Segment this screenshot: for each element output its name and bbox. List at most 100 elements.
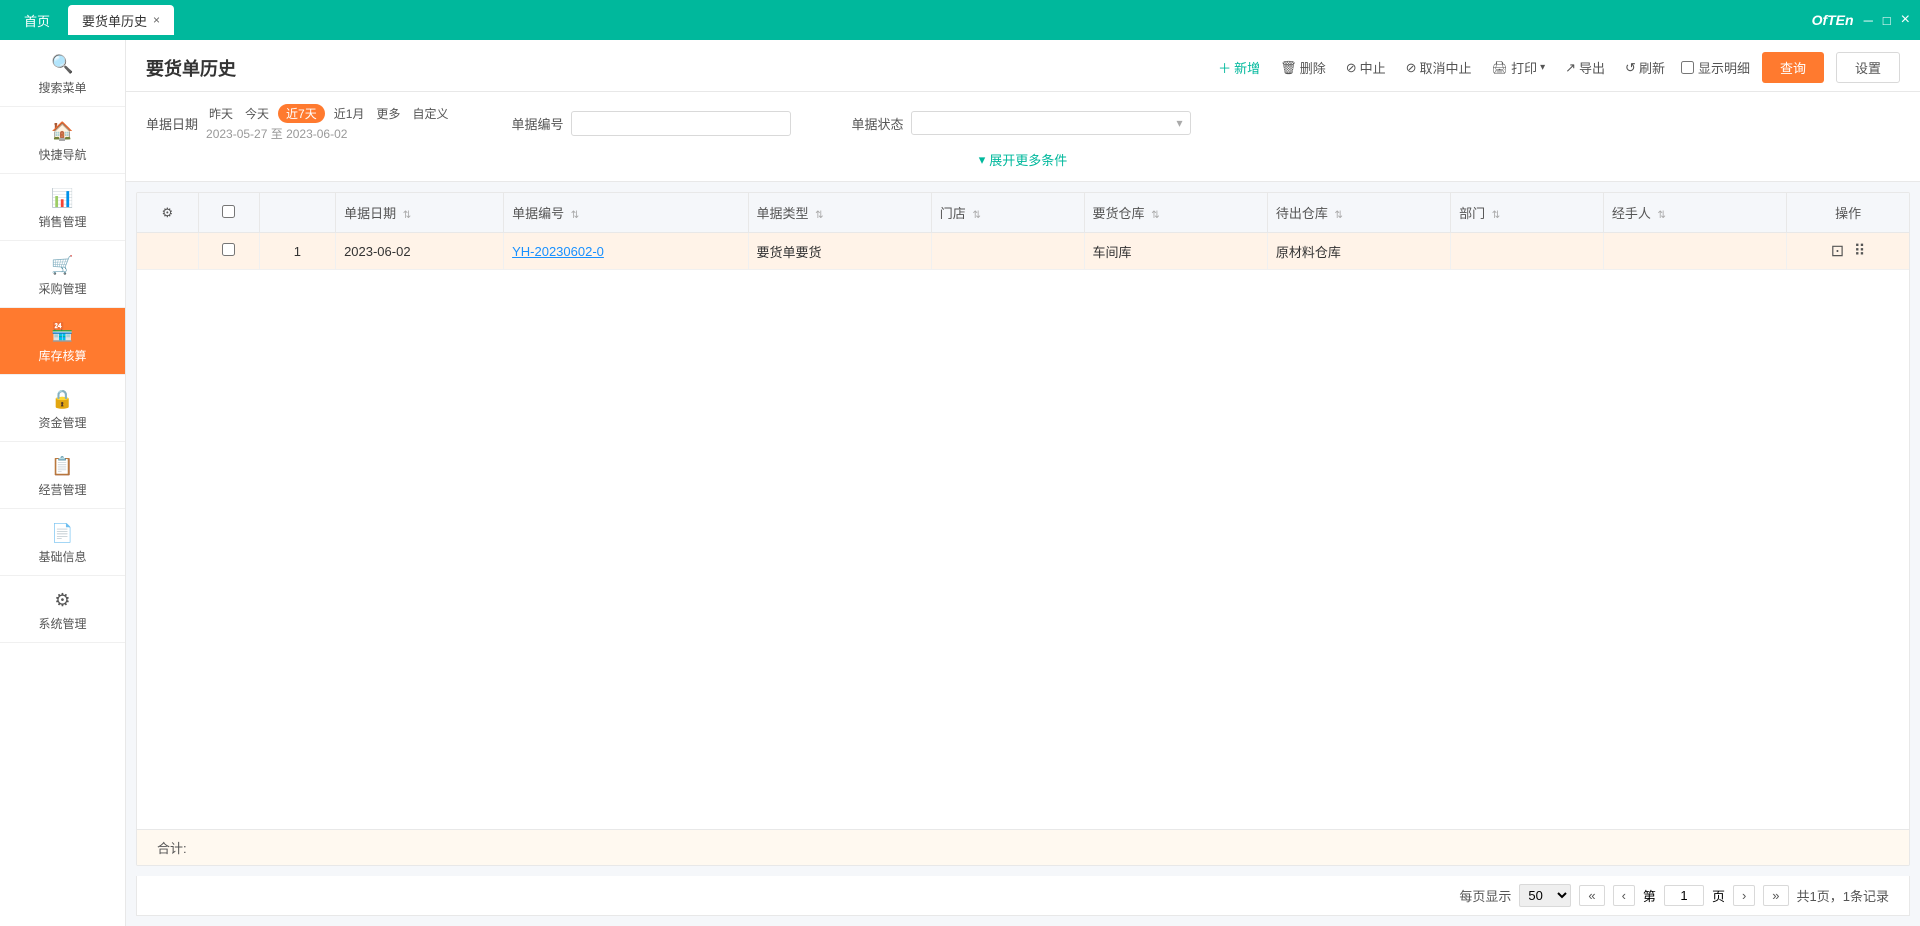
col-req-wh-header[interactable]: 要货仓库 ⇅	[1084, 193, 1267, 233]
shortcut-custom[interactable]: 自定义	[409, 104, 451, 123]
refresh-button[interactable]: ↺ 刷新	[1621, 56, 1669, 79]
row-store	[931, 233, 1084, 270]
tab-home[interactable]: 首页	[10, 5, 64, 35]
delete-button[interactable]: 🗑 删除	[1276, 56, 1330, 79]
query-button[interactable]: 查询	[1762, 52, 1824, 83]
sidebar-item-inventory[interactable]: 🏪 库存核算	[0, 308, 125, 375]
status-select[interactable]: ▾	[911, 111, 1191, 135]
bill-no-input[interactable]	[571, 111, 791, 136]
add-label: 新增	[1234, 58, 1260, 77]
col-code-header[interactable]: 单据编号 ⇅	[504, 193, 748, 233]
shortcut-7days[interactable]: 近7天	[278, 104, 325, 123]
expand-more-label: 展开更多条件	[989, 150, 1067, 169]
row-no: 1	[259, 233, 335, 270]
col-handler-label: 经手人	[1612, 206, 1651, 221]
col-store-header[interactable]: 门店 ⇅	[931, 193, 1084, 233]
row-req-wh: 车间库	[1084, 233, 1267, 270]
sidebar-item-system[interactable]: ⚙ 系统管理	[0, 576, 125, 643]
print-chevron-icon: ▾	[1540, 62, 1545, 73]
sidebar-item-basic-info[interactable]: 📄 基础信息	[0, 509, 125, 576]
col-handler-header[interactable]: 经手人 ⇅	[1603, 193, 1786, 233]
print-button[interactable]: 🖨 打印 ▾	[1488, 56, 1550, 79]
maximize-btn[interactable]: □	[1883, 13, 1891, 28]
col-date-sort-icon: ⇅	[403, 210, 411, 221]
table-header-row: ⚙ 单据日期 ⇅ 单据编号 ⇅	[137, 193, 1909, 233]
col-dept-sort-icon: ⇅	[1492, 210, 1500, 221]
delete-icon: 🗑	[1280, 60, 1297, 76]
sidebar-item-finance-label: 资金管理	[38, 414, 86, 431]
display-detail-checkbox-wrapper[interactable]: 显示明细	[1681, 58, 1750, 77]
sidebar-item-quick-nav[interactable]: 🏠 快捷导航	[0, 107, 125, 174]
col-wait-wh-header[interactable]: 待出仓库 ⇅	[1267, 193, 1450, 233]
row-type-value: 要货单要货	[757, 245, 822, 260]
select-all-checkbox[interactable]	[222, 205, 235, 218]
shortcut-today[interactable]: 今天	[242, 104, 272, 123]
col-dept-header[interactable]: 部门 ⇅	[1451, 193, 1604, 233]
col-ops-header: 操作	[1787, 193, 1909, 233]
sidebar-item-purchase[interactable]: 🛒 采购管理	[0, 241, 125, 308]
sidebar-item-operations[interactable]: 📋 经营管理	[0, 442, 125, 509]
row-wait-wh-value: 原材料仓库	[1276, 245, 1341, 260]
col-wait-wh-label: 待出仓库	[1276, 206, 1328, 221]
prev-page-btn[interactable]: ‹	[1613, 885, 1635, 906]
sidebar-item-search-label: 搜索菜单	[38, 79, 86, 96]
tab-close-icon[interactable]: ×	[153, 13, 160, 27]
main-layout: 🔍 搜索菜单 🏠 快捷导航 📊 销售管理 🛒 采购管理 🏪 库存核算 🔒 资金管…	[0, 40, 1920, 926]
stop-button[interactable]: ⊘ 中止	[1342, 56, 1390, 79]
shortcut-yesterday[interactable]: 昨天	[206, 104, 236, 123]
page-header: 要货单历史 ＋ 新增 🗑 删除 ⊘ 中止 ⊘ 取消中止	[126, 40, 1920, 92]
page-total-info: 共1页，1条记录	[1797, 886, 1889, 905]
display-detail-checkbox[interactable]	[1681, 61, 1694, 74]
next-page-btn[interactable]: ›	[1733, 885, 1755, 906]
tab-requisition-history[interactable]: 要货单历史 ×	[68, 5, 174, 35]
window-close-btn[interactable]: ×	[1901, 11, 1910, 29]
expand-more-chevron-icon: ▾	[979, 152, 986, 168]
sidebar: 🔍 搜索菜单 🏠 快捷导航 📊 销售管理 🛒 采购管理 🏪 库存核算 🔒 资金管…	[0, 40, 126, 926]
refresh-label: 刷新	[1639, 58, 1665, 77]
row-code-link[interactable]: YH-20230602-0	[512, 244, 604, 259]
filter-area: 单据日期 昨天 今天 近7天 近1月 更多 自定义 2023-05-27 至 2…	[126, 92, 1920, 182]
add-button[interactable]: ＋ 新增	[1214, 56, 1264, 79]
row-type: 要货单要货	[748, 233, 931, 270]
sidebar-item-purchase-label: 采购管理	[38, 280, 86, 297]
sidebar-item-search[interactable]: 🔍 搜索菜单	[0, 40, 125, 107]
top-bar-right: OfTEn ─ □ ×	[1812, 11, 1910, 29]
basic-info-icon: 📄	[51, 523, 73, 544]
status-dropdown-icon: ▾	[1176, 116, 1182, 130]
export-button[interactable]: ↗ 导出	[1561, 56, 1609, 79]
shortcut-1month[interactable]: 近1月	[331, 104, 368, 123]
cancel-stop-button[interactable]: ⊘ 取消中止	[1402, 56, 1476, 79]
row-view-icon[interactable]: ⊡	[1831, 243, 1844, 260]
row-date: 2023-06-02	[336, 233, 504, 270]
stop-icon: ⊘	[1346, 60, 1357, 76]
system-icon: ⚙	[54, 590, 70, 611]
table-area: ⚙ 单据日期 ⇅ 单据编号 ⇅	[136, 192, 1910, 866]
col-settings[interactable]: ⚙	[137, 193, 198, 233]
row-checkbox[interactable]	[222, 243, 235, 256]
col-type-label: 单据类型	[757, 206, 809, 221]
last-page-btn[interactable]: »	[1763, 885, 1788, 906]
page-input[interactable]	[1664, 885, 1704, 906]
row-more-icon[interactable]: ⠿	[1854, 243, 1866, 260]
page-label-end: 页	[1712, 886, 1725, 905]
date-range-display: 2023-05-27 至 2023-06-02	[206, 125, 451, 142]
col-date-header[interactable]: 单据日期 ⇅	[336, 193, 504, 233]
first-page-btn[interactable]: «	[1579, 885, 1604, 906]
status-filter: 单据状态 ▾	[851, 111, 1191, 135]
col-type-header[interactable]: 单据类型 ⇅	[748, 193, 931, 233]
status-label: 单据状态	[851, 114, 903, 133]
sidebar-item-system-label: 系统管理	[38, 615, 86, 632]
sidebar-item-finance[interactable]: 🔒 资金管理	[0, 375, 125, 442]
top-bar: 首页 要货单历史 × OfTEn ─ □ ×	[0, 0, 1920, 40]
settings-button[interactable]: 设置	[1836, 52, 1900, 83]
sidebar-item-sales[interactable]: 📊 销售管理	[0, 174, 125, 241]
expand-more-btn[interactable]: ▾ 展开更多条件	[146, 150, 1900, 169]
purchase-icon: 🛒	[51, 255, 73, 276]
tab-requisition-label: 要货单历史	[82, 11, 147, 30]
minimize-btn[interactable]: ─	[1864, 13, 1873, 28]
row-wait-wh: 原材料仓库	[1267, 233, 1450, 270]
table-row: 1 2023-06-02 YH-20230602-0 要货单要货	[137, 233, 1909, 270]
cancel-stop-label: 取消中止	[1420, 58, 1472, 77]
page-size-select[interactable]: 50 100	[1519, 884, 1571, 907]
shortcut-more[interactable]: 更多	[373, 104, 403, 123]
